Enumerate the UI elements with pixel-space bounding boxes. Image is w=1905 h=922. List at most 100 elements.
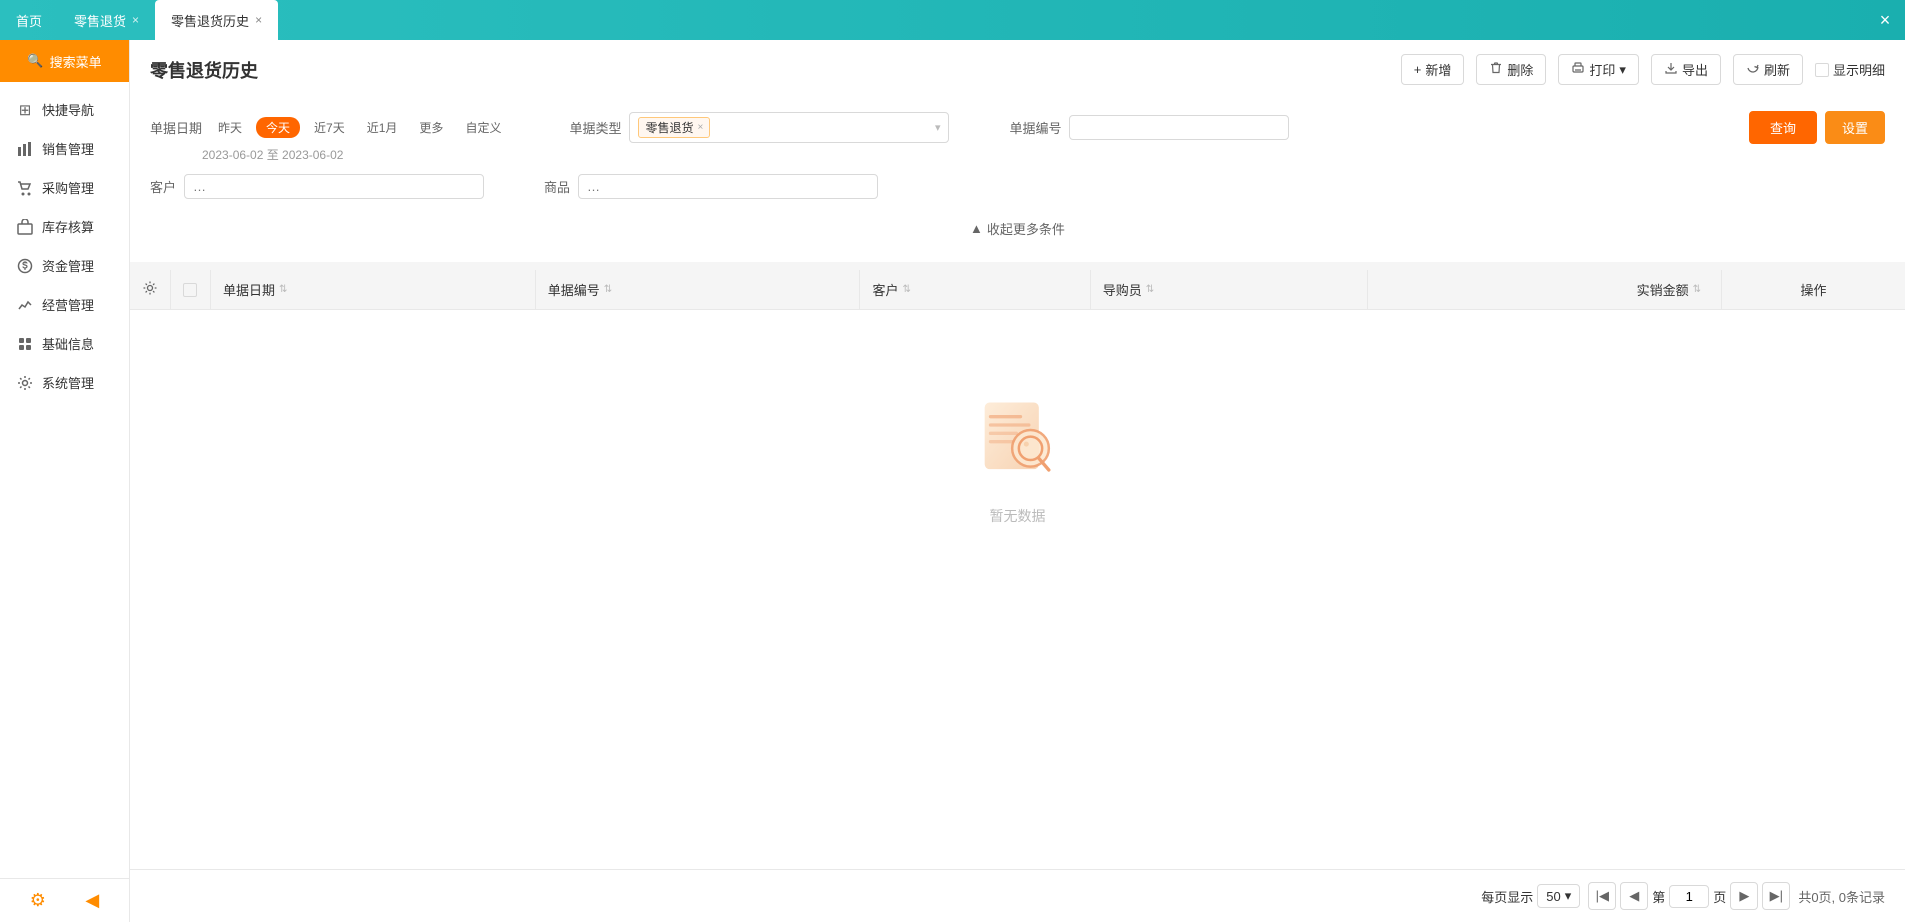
th-date-label: 单据日期	[223, 280, 275, 299]
tab-retail-return-history[interactable]: 零售退货历史 ×	[155, 0, 278, 40]
window-close-button[interactable]: ×	[1865, 0, 1905, 40]
sidebar-item-quicknav[interactable]: ⊞ 快捷导航	[0, 90, 129, 129]
show-detail-check-box[interactable]	[1815, 63, 1829, 77]
last-page-button[interactable]: ▶|	[1762, 882, 1790, 910]
sidebar-item-operations[interactable]: 经营管理	[0, 285, 129, 324]
refresh-button[interactable]: 刷新	[1733, 54, 1803, 85]
sidebar-item-inventory[interactable]: 库存核算	[0, 207, 129, 246]
sidebar-item-purchase[interactable]: 采购管理	[0, 168, 129, 207]
per-page-label: 每页显示	[1481, 887, 1533, 906]
date-btn-7days[interactable]: 近7天	[306, 117, 353, 138]
delete-icon	[1489, 61, 1503, 78]
page-size-box[interactable]: 50 ▾	[1537, 884, 1580, 908]
empty-icon	[968, 390, 1068, 490]
th-amount-sort[interactable]: ⇅	[1693, 285, 1701, 295]
header-checkbox[interactable]	[183, 283, 197, 297]
next-page-button[interactable]: ▶	[1730, 882, 1758, 910]
sidebar-item-basic[interactable]: 基础信息	[0, 324, 129, 363]
page-number-input[interactable]	[1669, 885, 1709, 908]
page-title-bar: 零售退货历史 + 新增 删除	[150, 40, 1885, 85]
sidebar-item-sales[interactable]: 销售管理	[0, 129, 129, 168]
export-button[interactable]: 导出	[1651, 54, 1721, 85]
search-icon: 🔍	[27, 53, 43, 69]
page-word: 第	[1652, 887, 1665, 906]
date-btn-yesterday[interactable]: 昨天	[210, 117, 250, 138]
main-layout: 🔍 搜索菜单 ⊞ 快捷导航 销售管理	[0, 40, 1905, 922]
tab-retail-return-close[interactable]: ×	[132, 13, 139, 27]
th-actions: 操作	[1721, 270, 1905, 310]
doctype-filter-item: 单据类型 零售退货 × ▾	[569, 112, 949, 143]
filter-row-2: 客户 商品	[150, 168, 1885, 205]
content-area: 零售退货历史 + 新增 删除	[130, 40, 1905, 922]
sidebar: 🔍 搜索菜单 ⊞ 快捷导航 销售管理	[0, 40, 130, 922]
refresh-label: 刷新	[1764, 60, 1790, 79]
collapse-button[interactable]: ▲ 收起更多条件	[958, 215, 1077, 242]
basic-icon	[16, 335, 34, 353]
page-nav: |◀ ◀ 第 页 ▶ ▶|	[1588, 882, 1790, 910]
date-filters: 昨天 今天 近7天 近1月 更多 自定义	[210, 117, 509, 138]
th-date-sort[interactable]: ⇅	[279, 285, 287, 295]
query-button[interactable]: 查询	[1749, 111, 1817, 144]
sidebar-search-button[interactable]: 🔍 搜索菜单	[0, 40, 129, 82]
table-container: 单据日期 ⇅ 单据编号 ⇅	[130, 270, 1905, 869]
finance-icon	[16, 257, 34, 275]
prev-page-button[interactable]: ◀	[1620, 882, 1648, 910]
page-size-select: 每页显示 50 ▾	[1481, 884, 1580, 908]
sidebar-item-operations-label: 经营管理	[42, 295, 94, 314]
date-btn-today[interactable]: 今天	[256, 117, 300, 138]
show-detail-checkbox[interactable]: 显示明细	[1815, 60, 1885, 79]
date-filter-item: 单据日期 昨天 今天 近7天 近1月 更多 自定义	[150, 117, 509, 138]
doctype-filter-label: 单据类型	[569, 118, 621, 137]
sidebar-item-basic-label: 基础信息	[42, 334, 94, 353]
data-table: 单据日期 ⇅ 单据编号 ⇅	[130, 270, 1905, 606]
date-btn-more[interactable]: 更多	[411, 117, 451, 138]
empty-state: 暂无数据	[130, 310, 1905, 606]
sidebar-bottom: ⚙ ◀	[0, 878, 129, 922]
filter-row-1: 单据日期 昨天 今天 近7天 近1月 更多 自定义	[150, 105, 1885, 150]
show-detail-label: 显示明细	[1833, 60, 1885, 79]
system-icon	[16, 374, 34, 392]
setting-button[interactable]: 设置	[1825, 111, 1885, 144]
table-header: 单据日期 ⇅ 单据编号 ⇅	[130, 270, 1905, 310]
th-docnum-label: 单据编号	[548, 280, 600, 299]
th-amount: 实销金额 ⇅	[1368, 270, 1722, 310]
th-customer-sort[interactable]: ⇅	[902, 285, 910, 295]
delete-button[interactable]: 删除	[1476, 54, 1546, 85]
delete-label: 删除	[1507, 60, 1533, 79]
date-btn-custom[interactable]: 自定义	[457, 117, 509, 138]
date-btn-1month[interactable]: 近1月	[359, 117, 406, 138]
collapse-icon: ▲	[970, 221, 983, 236]
purchase-icon	[16, 179, 34, 197]
th-date: 单据日期 ⇅	[211, 270, 536, 310]
page-size-arrow: ▾	[1565, 888, 1572, 904]
sidebar-item-inventory-label: 库存核算	[42, 217, 94, 236]
doctype-select-arrow: ▾	[935, 121, 941, 134]
th-docnum: 单据编号 ⇅	[535, 270, 860, 310]
collapse-sidebar-icon[interactable]: ◀	[85, 890, 99, 911]
th-salesperson-sort[interactable]: ⇅	[1146, 285, 1154, 295]
tab-retail-return-history-close[interactable]: ×	[255, 13, 262, 27]
empty-text: 暂无数据	[990, 506, 1046, 526]
sidebar-item-system[interactable]: 系统管理	[0, 363, 129, 402]
th-checkbox	[171, 270, 211, 310]
first-page-button[interactable]: |◀	[1588, 882, 1616, 910]
tab-home[interactable]: 首页	[0, 0, 58, 40]
th-salesperson-label: 导购员	[1103, 280, 1142, 299]
tab-retail-return[interactable]: 零售退货 ×	[58, 0, 155, 40]
doctype-tag-close[interactable]: ×	[697, 122, 703, 133]
new-button[interactable]: + 新增	[1401, 54, 1465, 85]
column-settings-icon[interactable]	[142, 284, 158, 299]
customer-input[interactable]	[184, 174, 484, 199]
doctype-tag-label: 零售退货	[645, 119, 693, 136]
sidebar-search-label: 搜索菜单	[50, 52, 102, 71]
print-icon	[1571, 61, 1585, 78]
sales-icon	[16, 140, 34, 158]
settings-bottom-icon[interactable]: ⚙	[30, 890, 46, 911]
print-button[interactable]: 打印 ▾	[1558, 54, 1639, 85]
setting-label: 设置	[1842, 118, 1868, 137]
doctype-filter-select[interactable]: 零售退货 × ▾	[629, 112, 949, 143]
goods-input[interactable]	[578, 174, 878, 199]
sidebar-item-finance[interactable]: 资金管理	[0, 246, 129, 285]
th-docnum-sort[interactable]: ⇅	[604, 285, 612, 295]
docnum-input[interactable]	[1069, 115, 1289, 140]
